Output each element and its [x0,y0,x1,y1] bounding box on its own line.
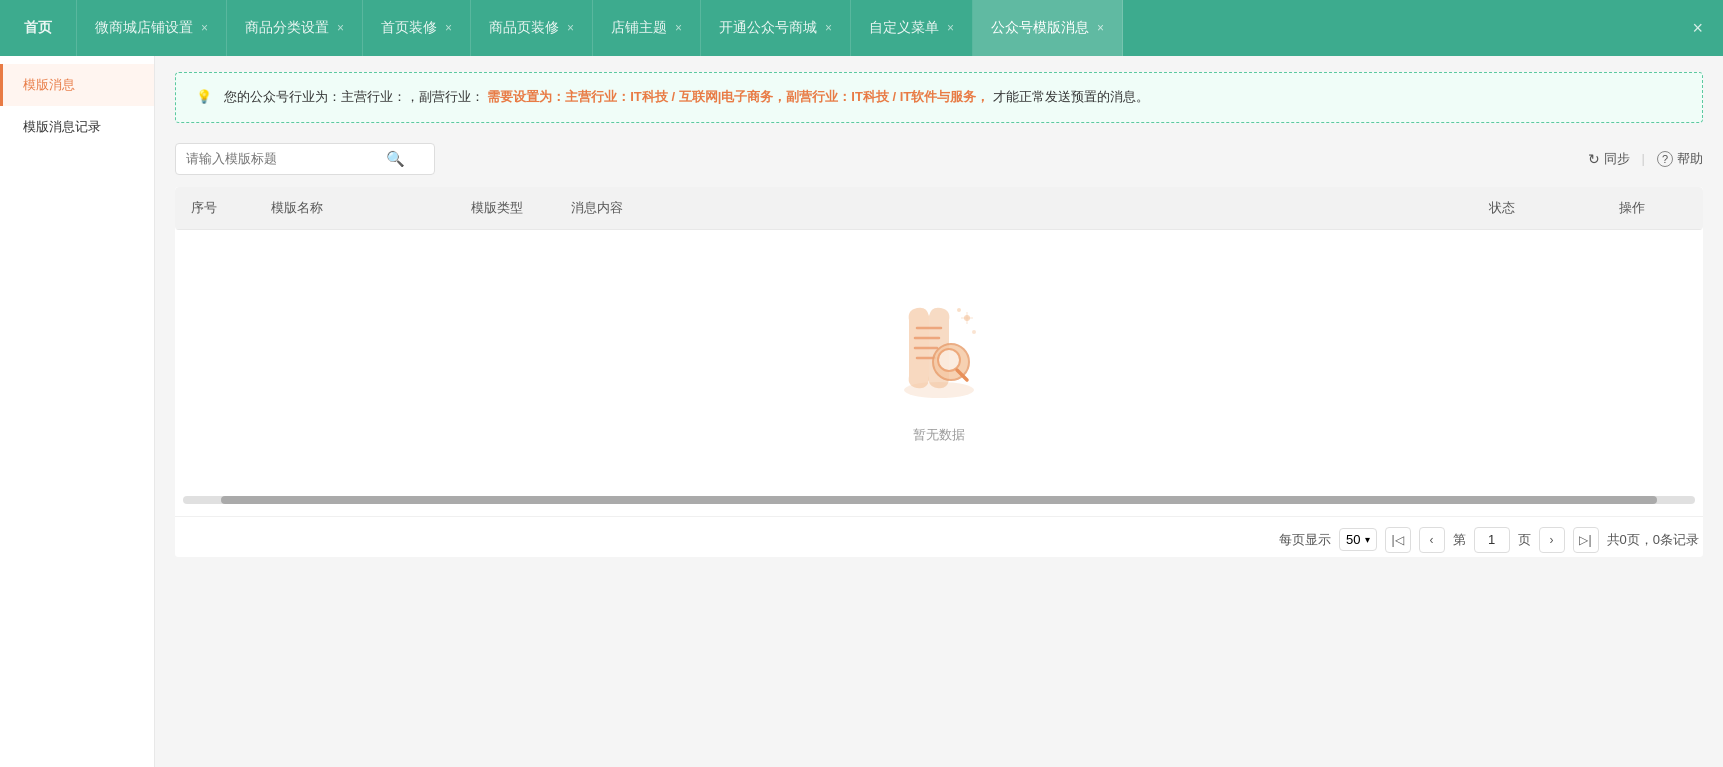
total-info: 共0页，0条记录 [1607,531,1699,549]
toolbar-divider: | [1642,151,1645,166]
close-open-shop[interactable]: × [825,21,832,35]
page-size-value: 50 [1346,532,1360,547]
empty-state: 暂无数据 [175,230,1703,484]
next-page-button[interactable]: › [1539,527,1565,553]
close-custom-menu[interactable]: × [947,21,954,35]
close-wechat-shop[interactable]: × [201,21,208,35]
top-nav: 首页 微商城店铺设置 × 商品分类设置 × 首页装修 × 商品页装修 × 店铺主… [0,0,1723,56]
notice-highlight: 需要设置为：主营行业：IT科技 / 互联网|电子商务，副营行业：IT科技 / I… [487,89,989,104]
search-bar-row: 🔍 ↻ 同步 | ? 帮助 [175,143,1703,175]
close-product-category[interactable]: × [337,21,344,35]
tab-shop-theme-label: 店铺主题 [611,19,667,37]
close-template-msg[interactable]: × [1097,21,1104,35]
help-button[interactable]: ? 帮助 [1657,150,1703,168]
search-icon[interactable]: 🔍 [386,150,405,168]
tab-shop-theme[interactable]: 店铺主题 × [593,0,701,56]
main-layout: 模版消息 模版消息记录 💡 您的公众号行业为：主营行业：，副营行业： 需要设置为… [0,56,1723,767]
tab-custom-menu[interactable]: 自定义菜单 × [851,0,973,56]
page-label-post: 页 [1518,531,1531,549]
content-area: 💡 您的公众号行业为：主营行业：，副营行业： 需要设置为：主营行业：IT科技 /… [155,56,1723,767]
page-size-chevron: ▾ [1365,534,1370,545]
tab-home-decor-label: 首页装修 [381,19,437,37]
page-size-label: 每页显示 [1279,531,1331,549]
tab-wechat-shop-label: 微商城店铺设置 [95,19,193,37]
last-page-button[interactable]: ▷| [1573,527,1599,553]
col-name: 模版名称 [255,187,455,230]
help-icon: ? [1657,151,1673,167]
data-table: 序号 模版名称 模版类型 消息内容 状态 操作 [175,187,1703,230]
tab-custom-menu-label: 自定义菜单 [869,19,939,37]
sync-icon: ↻ [1588,151,1600,167]
scrollbar-thumb [221,496,1657,504]
tab-open-shop-label: 开通公众号商城 [719,19,817,37]
tab-template-msg[interactable]: 公众号模版消息 × [973,0,1123,56]
search-input[interactable] [186,151,386,166]
svg-point-6 [938,349,960,371]
prev-page-icon: ‹ [1430,533,1434,547]
horizontal-scrollbar[interactable] [175,484,1703,516]
close-home-decor[interactable]: × [445,21,452,35]
col-status: 状态 [1473,187,1603,230]
close-product-page[interactable]: × [567,21,574,35]
first-page-icon: |◁ [1391,533,1403,547]
tab-product-category-label: 商品分类设置 [245,19,329,37]
scrollbar-track [183,496,1695,504]
tab-home-decor[interactable]: 首页装修 × [363,0,471,56]
current-page-input[interactable] [1474,527,1510,553]
toolbar-right: ↻ 同步 | ? 帮助 [1588,150,1703,168]
table-wrapper: 序号 模版名称 模版类型 消息内容 状态 操作 [175,187,1703,557]
notice-banner: 💡 您的公众号行业为：主营行业：，副营行业： 需要设置为：主营行业：IT科技 /… [175,72,1703,123]
sync-label: 同步 [1604,150,1630,168]
table-header: 序号 模版名称 模版类型 消息内容 状态 操作 [175,187,1703,230]
sync-button[interactable]: ↻ 同步 [1588,150,1630,168]
prev-page-button[interactable]: ‹ [1419,527,1445,553]
tab-home-label: 首页 [24,19,52,37]
first-page-button[interactable]: |◁ [1385,527,1411,553]
svg-point-9 [972,330,976,334]
col-type: 模版类型 [455,187,555,230]
tab-wechat-shop[interactable]: 微商城店铺设置 × [77,0,227,56]
close-shop-theme[interactable]: × [675,21,682,35]
tab-open-shop[interactable]: 开通公众号商城 × [701,0,851,56]
tab-product-category[interactable]: 商品分类设置 × [227,0,363,56]
page-size-select[interactable]: 50 ▾ [1339,528,1376,551]
sidebar-item-template-message-label: 模版消息 [23,77,75,92]
search-input-wrapper[interactable]: 🔍 [175,143,435,175]
next-page-icon: › [1550,533,1554,547]
last-page-icon: ▷| [1579,533,1591,547]
empty-illustration [879,290,999,410]
col-content: 消息内容 [555,187,1473,230]
notice-suffix: 才能正常发送预置的消息。 [993,89,1149,104]
tab-product-page-label: 商品页装修 [489,19,559,37]
col-action: 操作 [1603,187,1703,230]
pagination-row: 每页显示 50 ▾ |◁ ‹ 第 页 › ▷| [175,516,1703,557]
notice-prefix: 您的公众号行业为：主营行业：，副营行业： [224,89,484,104]
page-label-pre: 第 [1453,531,1466,549]
tab-product-page[interactable]: 商品页装修 × [471,0,593,56]
sidebar-item-template-message[interactable]: 模版消息 [0,64,154,106]
svg-point-10 [957,308,961,312]
tab-home[interactable]: 首页 [0,0,77,56]
sidebar-item-template-record-label: 模版消息记录 [23,119,101,134]
sidebar-item-template-record[interactable]: 模版消息记录 [0,106,154,148]
help-label: 帮助 [1677,150,1703,168]
col-seq: 序号 [175,187,255,230]
tab-template-msg-label: 公众号模版消息 [991,19,1089,37]
sidebar: 模版消息 模版消息记录 [0,56,155,767]
empty-text: 暂无数据 [913,426,965,444]
notice-icon: 💡 [196,89,212,104]
close-all-button[interactable]: × [1672,0,1723,56]
